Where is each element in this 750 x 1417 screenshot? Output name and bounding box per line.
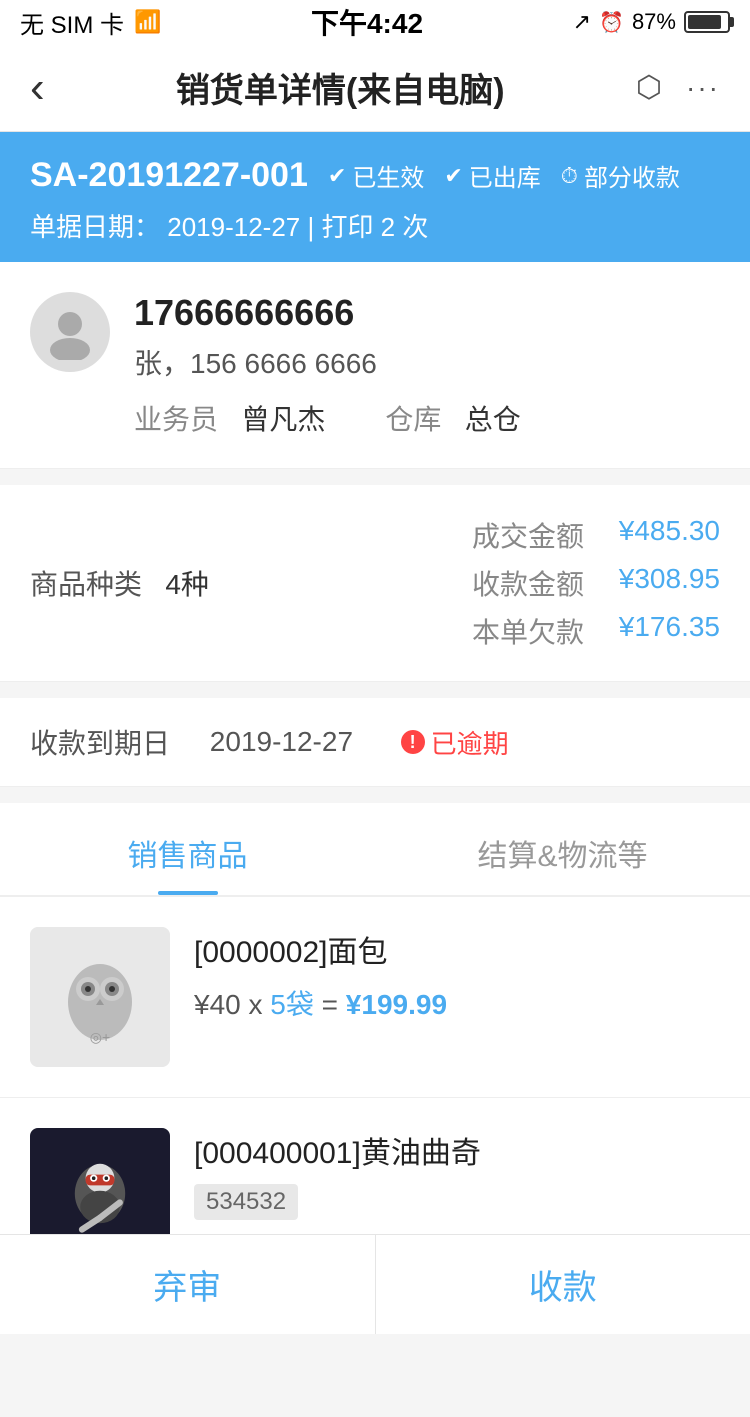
debt-amount: ¥176.35: [600, 611, 720, 651]
product-price-1: ¥40 x 5袋 = ¥199.99: [194, 983, 720, 1023]
overdue-text: 已逾期: [431, 724, 509, 761]
banner-date: 单据日期： 2019-12-27 | 打印 2 次: [30, 207, 720, 244]
summary-section: 商品种类 4种 成交金额 ¥485.30 收款金额 ¥308.95 本单欠款 ¥…: [0, 485, 750, 682]
header-banner: SA-20191227-001 ✔ 已生效 ✔ 已出库 ⏱ 部分收款 单据日期：…: [0, 132, 750, 262]
status-badge-3: ⏱ 部分收款: [561, 158, 680, 193]
customer-meta: 业务员 曾凡杰 仓库 总仓: [134, 398, 720, 438]
product-qty-1: 5袋: [270, 989, 321, 1020]
product-sku-2: 534532: [194, 1184, 298, 1220]
battery-percent: 87%: [632, 9, 676, 35]
table-row: ◎+ [0000002]面包 ¥40 x 5袋 = ¥199.99: [0, 897, 750, 1098]
page-title: 销货单详情(来自电脑): [176, 63, 505, 112]
status-left: 无 SIM 卡 📶: [20, 5, 161, 40]
avatar: [30, 292, 110, 372]
warehouse-meta: 仓库 总仓: [385, 398, 520, 438]
status-bar: 无 SIM 卡 📶 下午4:42 ↗ ⏰ 87%: [0, 0, 750, 44]
more-icon[interactable]: ···: [686, 72, 720, 104]
due-date: 2019-12-27: [210, 726, 353, 758]
product-name-1: [0000002]面包: [194, 927, 720, 971]
customer-name: 张，156 6666 6666: [134, 342, 720, 382]
bottom-bar: 弃审 收款: [0, 1234, 750, 1334]
location-icon: ↗: [573, 9, 591, 35]
product-info-1: [0000002]面包 ¥40 x 5袋 = ¥199.99: [194, 927, 720, 1023]
tab-settlement[interactable]: 结算&物流等: [375, 803, 750, 895]
nav-bar: ‹ 销货单详情(来自电脑) ⬡ ···: [0, 44, 750, 132]
cancel-button[interactable]: 弃审: [0, 1235, 376, 1334]
product-total-1: ¥199.99: [346, 989, 447, 1020]
deal-amount: ¥485.30: [600, 515, 720, 555]
staff-name: 曾凡杰: [241, 404, 325, 435]
wifi-icon: 📶: [134, 9, 161, 35]
due-label: 收款到期日: [30, 722, 170, 762]
summary-amounts: 成交金额 ¥485.30 收款金额 ¥308.95 本单欠款 ¥176.35: [472, 515, 720, 651]
status-badge-1: ✔ 已生效: [328, 158, 424, 193]
customer-section: 17666666666 张，156 6666 6666 业务员 曾凡杰 仓库 总…: [0, 262, 750, 469]
product-name-2: [000400001]黄油曲奇: [194, 1128, 720, 1172]
status-right: ↗ ⏰ 87%: [573, 9, 730, 35]
overdue-badge: ! 已逾期: [401, 724, 509, 761]
share-icon[interactable]: ⬡: [636, 70, 662, 105]
battery-icon: [684, 11, 730, 33]
order-number: SA-20191227-001: [30, 156, 308, 195]
nav-actions: ⬡ ···: [636, 70, 720, 105]
tabs: 销售商品 结算&物流等: [0, 803, 750, 897]
customer-info: 17666666666 张，156 6666 6666 业务员 曾凡杰 仓库 总…: [134, 292, 720, 438]
staff-meta: 业务员 曾凡杰: [134, 398, 325, 438]
banner-top: SA-20191227-001 ✔ 已生效 ✔ 已出库 ⏱ 部分收款: [30, 156, 720, 195]
clock-icon: ⏱: [561, 163, 578, 189]
status-time: 下午4:42: [311, 2, 423, 42]
alarm-icon: ⏰: [599, 10, 624, 35]
carrier-label: 无 SIM 卡: [20, 5, 124, 40]
check-icon-2: ✔: [444, 163, 462, 189]
tab-sales-products[interactable]: 销售商品: [0, 803, 375, 895]
receive-amount: ¥308.95: [600, 563, 720, 603]
product-type-label: 商品种类 4种: [30, 563, 209, 603]
receive-amount-row: 收款金额 ¥308.95: [472, 563, 720, 603]
customer-id: 17666666666: [134, 292, 720, 334]
back-button[interactable]: ‹: [30, 63, 45, 113]
svg-text:◎+: ◎+: [90, 1029, 110, 1045]
warehouse-name: 总仓: [465, 404, 521, 435]
overdue-icon: !: [401, 730, 425, 754]
status-badge-2: ✔ 已出库: [444, 158, 540, 193]
due-section: 收款到期日 2019-12-27 ! 已逾期: [0, 698, 750, 787]
check-icon-1: ✔: [328, 163, 346, 189]
product-thumb-1: ◎+: [30, 927, 170, 1067]
deal-amount-row: 成交金额 ¥485.30: [472, 515, 720, 555]
debt-amount-row: 本单欠款 ¥176.35: [472, 611, 720, 651]
collect-button[interactable]: 收款: [376, 1235, 750, 1334]
